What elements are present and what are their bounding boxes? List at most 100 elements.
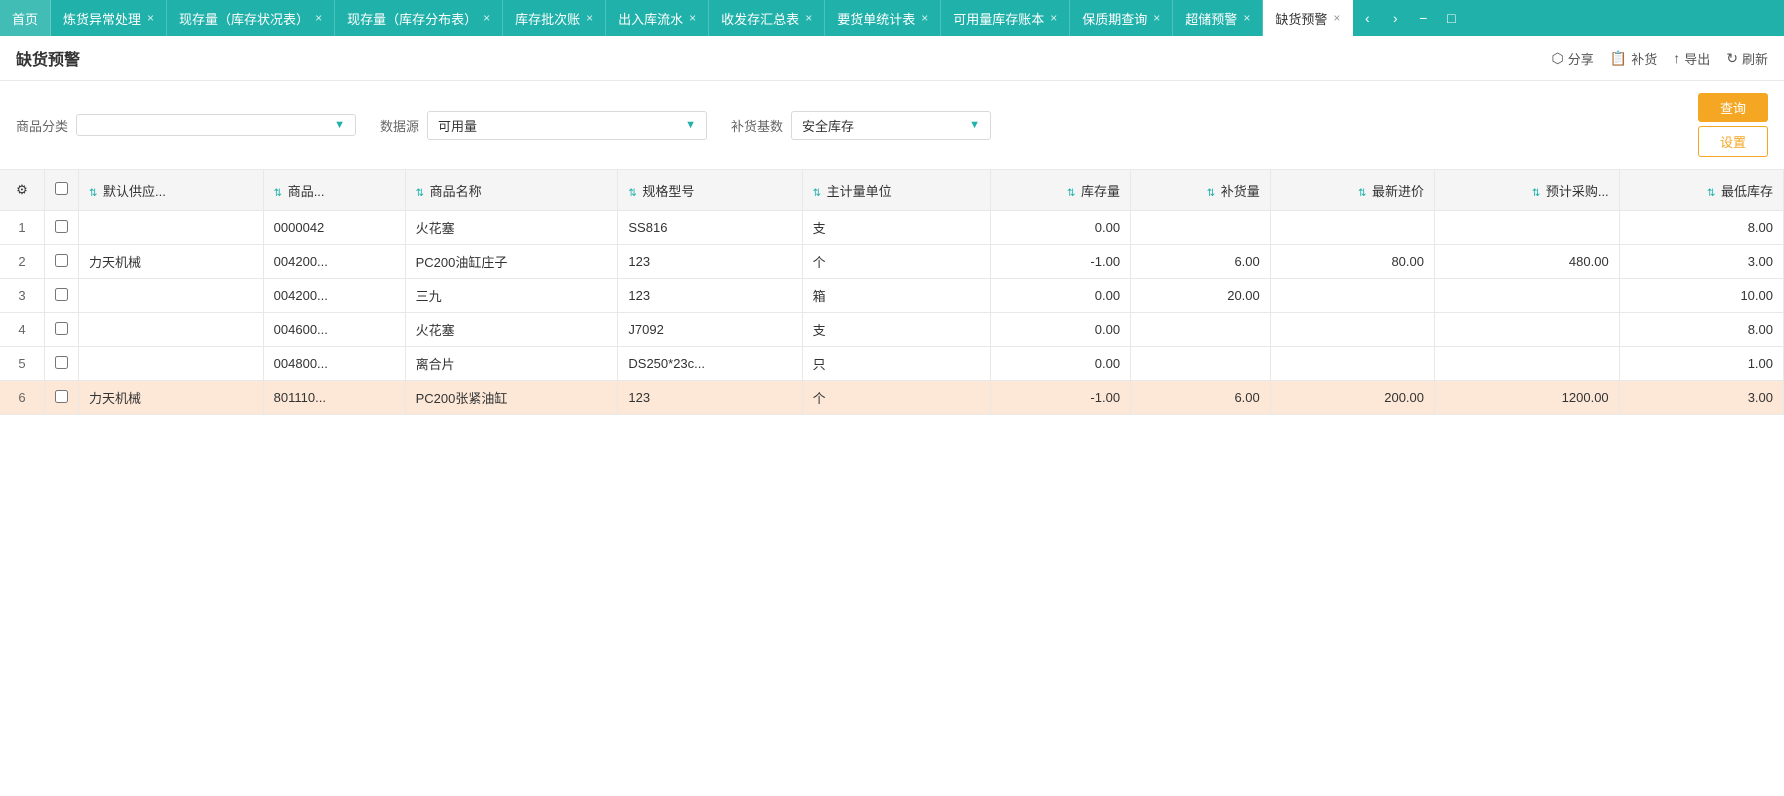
- tab-inout[interactable]: 出入库流水 ×: [606, 0, 709, 36]
- row-latest-price: [1270, 347, 1434, 381]
- tab-prev-btn[interactable]: ‹: [1353, 0, 1381, 36]
- tab-batch[interactable]: 库存批次账 ×: [503, 0, 606, 36]
- tab-shortage[interactable]: 缺货预警 ×: [1263, 0, 1353, 36]
- row-checkbox[interactable]: [55, 390, 68, 403]
- table-row[interactable]: 3 004200... 三九 123 箱 0.00 20.00 10.00: [0, 279, 1784, 313]
- min-stock-column-header[interactable]: ⇅ 最低库存: [1619, 170, 1783, 211]
- tab-home[interactable]: 首页: [0, 0, 51, 36]
- supplier-column-header[interactable]: ⇅ 默认供应...: [79, 170, 264, 211]
- settings-button[interactable]: 设置: [1698, 126, 1768, 157]
- supplier-sort-icon: ⇅: [89, 188, 97, 199]
- tab-overstock[interactable]: 超储预警 ×: [1173, 0, 1263, 36]
- row-replenish: 6.00: [1131, 381, 1271, 415]
- replenish-sort-icon: ⇅: [1207, 188, 1215, 199]
- row-number: 3: [0, 279, 45, 313]
- row-checkbox[interactable]: [55, 356, 68, 369]
- row-supplier: [79, 347, 264, 381]
- replenish-column-header[interactable]: ⇅ 补货量: [1131, 170, 1271, 211]
- tab-receipt[interactable]: 收发存汇总表 ×: [709, 0, 825, 36]
- refresh-btn[interactable]: ↻ 刷新: [1726, 49, 1768, 68]
- row-stock: 0.00: [991, 313, 1131, 347]
- category-select[interactable]: ▼: [76, 114, 356, 136]
- tab-close-exception[interactable]: ×: [147, 11, 154, 25]
- select-all-checkbox[interactable]: [55, 182, 68, 195]
- row-number: 4: [0, 313, 45, 347]
- est-purchase-column-header[interactable]: ⇅ 预计采购...: [1435, 170, 1620, 211]
- datasource-select[interactable]: 可用量 ▼: [427, 111, 707, 140]
- gear-column-header: ⚙: [0, 170, 45, 211]
- tab-close-inventory-dist[interactable]: ×: [483, 11, 490, 25]
- stock-column-header[interactable]: ⇅ 库存量: [991, 170, 1131, 211]
- refresh-icon: ↻: [1726, 50, 1738, 67]
- code-column-header[interactable]: ⇅ 商品...: [263, 170, 405, 211]
- row-supplier: [79, 279, 264, 313]
- header-actions: ⬡ 分享 📋 补货 ↑ 导出 ↻ 刷新: [1552, 49, 1768, 68]
- row-code: 801110...: [263, 381, 405, 415]
- datasource-label: 数据源: [380, 116, 419, 135]
- row-latest-price: [1270, 313, 1434, 347]
- tab-inventory-status[interactable]: 现存量（库存状况表） ×: [167, 0, 335, 36]
- unit-column-header[interactable]: ⇅ 主计量单位: [802, 170, 991, 211]
- datasource-value: 可用量: [438, 116, 477, 135]
- tab-close-inventory-status[interactable]: ×: [315, 11, 322, 25]
- export-btn[interactable]: ↑ 导出: [1673, 49, 1710, 68]
- row-replenish: 6.00: [1131, 245, 1271, 279]
- row-checkbox[interactable]: [55, 288, 68, 301]
- replenish-base-select[interactable]: 安全库存 ▼: [791, 111, 991, 140]
- row-checkbox-cell: [45, 279, 79, 313]
- name-column-header[interactable]: ⇅ 商品名称: [405, 170, 618, 211]
- row-spec: SS816: [618, 211, 802, 245]
- row-spec: DS250*23c...: [618, 347, 802, 381]
- tab-maximize-btn[interactable]: □: [1437, 0, 1465, 36]
- min-stock-sort-icon: ⇅: [1707, 188, 1715, 199]
- row-stock: 0.00: [991, 347, 1131, 381]
- gear-icon[interactable]: ⚙: [10, 178, 34, 202]
- row-name: 火花塞: [405, 211, 618, 245]
- table-row[interactable]: 1 0000042 火花塞 SS816 支 0.00 8.00: [0, 211, 1784, 245]
- tab-close-overstock[interactable]: ×: [1243, 11, 1250, 25]
- table-row[interactable]: 5 004800... 离合片 DS250*23c... 只 0.00 1.00: [0, 347, 1784, 381]
- tab-close-available[interactable]: ×: [1050, 11, 1057, 25]
- export-icon: ↑: [1673, 50, 1680, 66]
- row-min-stock: 3.00: [1619, 381, 1783, 415]
- tab-available[interactable]: 可用量库存账本 ×: [941, 0, 1070, 36]
- latest-price-column-header[interactable]: ⇅ 最新进价: [1270, 170, 1434, 211]
- row-checkbox[interactable]: [55, 220, 68, 233]
- row-checkbox[interactable]: [55, 254, 68, 267]
- tab-expiry[interactable]: 保质期查询 ×: [1070, 0, 1173, 36]
- row-unit: 只: [802, 347, 991, 381]
- table-row[interactable]: 2 力天机械 004200... PC200油缸庄子 123 个 -1.00 6…: [0, 245, 1784, 279]
- row-replenish: 20.00: [1131, 279, 1271, 313]
- row-spec: 123: [618, 245, 802, 279]
- tab-close-expiry[interactable]: ×: [1153, 11, 1160, 25]
- row-min-stock: 10.00: [1619, 279, 1783, 313]
- row-code: 004200...: [263, 279, 405, 313]
- replenish-btn[interactable]: 📋 补货: [1610, 49, 1657, 68]
- row-est-purchase: [1435, 211, 1620, 245]
- row-code: 004200...: [263, 245, 405, 279]
- table-row[interactable]: 4 004600... 火花塞 J7092 支 0.00 8.00: [0, 313, 1784, 347]
- tab-exception[interactable]: 炼货异常处理 ×: [51, 0, 167, 36]
- tab-minimize-btn[interactable]: −: [1409, 0, 1437, 36]
- row-latest-price: 200.00: [1270, 381, 1434, 415]
- tab-close-receipt[interactable]: ×: [805, 11, 812, 25]
- query-button[interactable]: 查询: [1698, 93, 1768, 122]
- tab-close-shortage[interactable]: ×: [1333, 11, 1340, 25]
- table-row[interactable]: 6 力天机械 801110... PC200张紧油缸 123 个 -1.00 6…: [0, 381, 1784, 415]
- datasource-chevron-icon: ▼: [685, 119, 696, 131]
- tab-close-inout[interactable]: ×: [689, 11, 696, 25]
- tab-next-btn[interactable]: ›: [1381, 0, 1409, 36]
- row-supplier: [79, 313, 264, 347]
- row-spec: J7092: [618, 313, 802, 347]
- share-btn[interactable]: ⬡ 分享: [1552, 49, 1594, 68]
- row-checkbox[interactable]: [55, 322, 68, 335]
- tab-close-order-stat[interactable]: ×: [921, 11, 928, 25]
- tab-inventory-dist[interactable]: 现存量（库存分布表） ×: [335, 0, 503, 36]
- spec-column-header[interactable]: ⇅ 规格型号: [618, 170, 802, 211]
- est-purchase-sort-icon: ⇅: [1532, 188, 1540, 199]
- row-unit: 支: [802, 211, 991, 245]
- row-unit: 支: [802, 313, 991, 347]
- tab-order-stat[interactable]: 要货单统计表 ×: [825, 0, 941, 36]
- tab-close-batch[interactable]: ×: [586, 11, 593, 25]
- row-min-stock: 3.00: [1619, 245, 1783, 279]
